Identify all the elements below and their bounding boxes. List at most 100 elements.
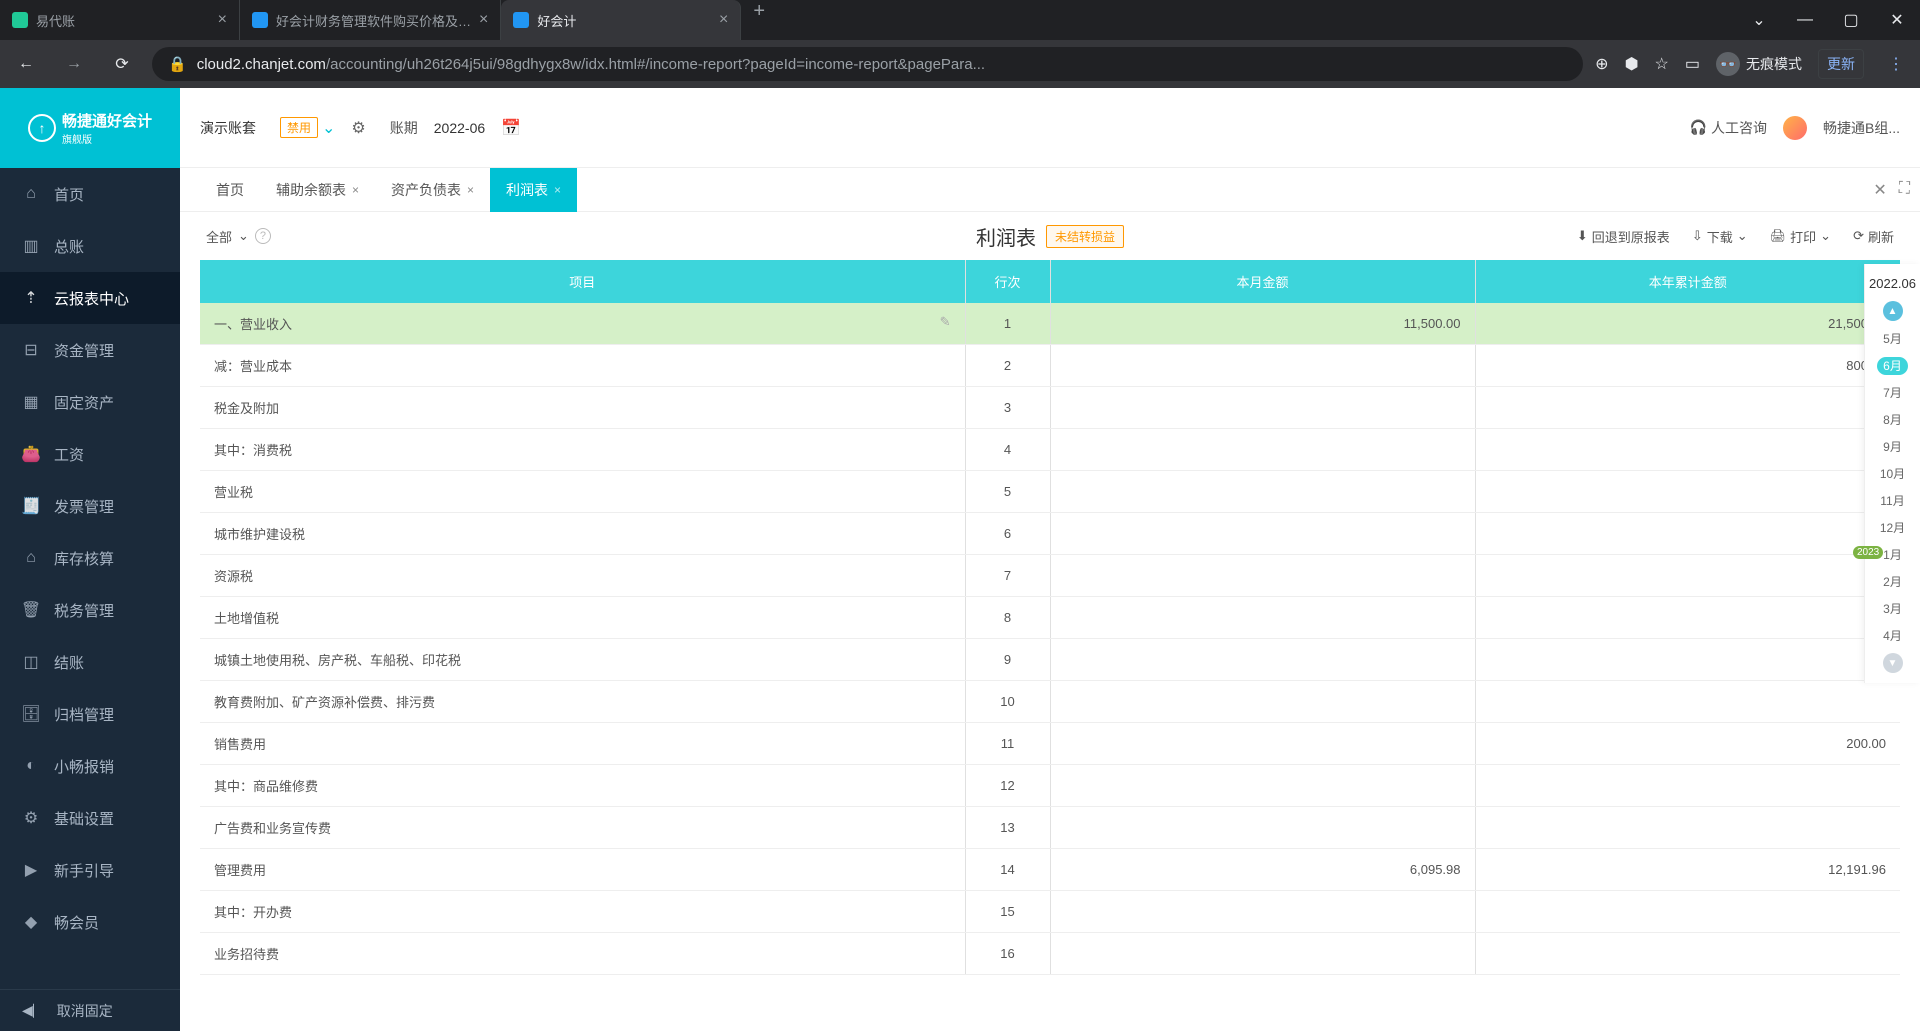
close-icon[interactable]: ×	[467, 183, 474, 197]
filter-dropdown[interactable]: 全部 ⌄ ?	[206, 227, 271, 246]
close-window-button[interactable]: ✕	[1874, 0, 1920, 40]
edit-icon[interactable]: ✎	[940, 314, 951, 330]
update-button[interactable]: 更新	[1818, 49, 1864, 79]
chevron-down-icon[interactable]: ⌄	[322, 118, 335, 138]
table-row[interactable]: 减：营业成本 2 800.00	[200, 345, 1900, 387]
rail-month[interactable]: 1月	[1883, 548, 1902, 562]
gear-icon[interactable]: ⚙	[351, 118, 365, 138]
maximize-button[interactable]: ▢	[1828, 0, 1874, 40]
table-row[interactable]: 其中：消费税 4	[200, 429, 1900, 471]
rollback-button[interactable]: ⬇回退到原报表	[1577, 227, 1670, 246]
menu-icon[interactable]: ⋮	[1880, 54, 1912, 74]
account-name[interactable]: 演示账套	[200, 118, 256, 138]
rail-month[interactable]: 12月	[1877, 514, 1908, 541]
page-tab-0[interactable]: 首页	[200, 168, 260, 212]
period-value[interactable]: 2022-06	[434, 120, 485, 136]
refresh-button[interactable]: ⟳刷新	[1853, 227, 1894, 246]
page-tab-1[interactable]: 辅助余额表×	[260, 168, 375, 212]
table-row[interactable]: 城镇土地使用税、房产税、车船税、印花税 9	[200, 639, 1900, 681]
table-row[interactable]: 销售费用 11 200.00	[200, 723, 1900, 765]
consult-button[interactable]: 🎧 人工咨询	[1690, 118, 1767, 138]
rail-month[interactable]: 10月	[1877, 460, 1908, 487]
table-row[interactable]: 其中：开办费 15	[200, 891, 1900, 933]
rail-month[interactable]: 9月	[1877, 433, 1908, 460]
page-tab-3[interactable]: 利润表×	[490, 168, 577, 212]
sidebar-item-6[interactable]: 🧾发票管理	[0, 480, 180, 532]
rail-down-icon[interactable]: ▼	[1883, 653, 1903, 673]
reload-button[interactable]: ⟳	[104, 46, 140, 82]
cell-item: 教育费附加、矿产资源补偿费、排污费	[200, 681, 965, 723]
close-all-icon[interactable]: ✕	[1873, 180, 1886, 200]
back-button[interactable]: ←	[8, 46, 44, 82]
table-row[interactable]: 资源税 7	[200, 555, 1900, 597]
fullscreen-icon[interactable]: ⛶	[1899, 180, 1910, 200]
rail-month[interactable]: 2月	[1883, 568, 1902, 595]
rail-month[interactable]: 11月	[1877, 487, 1908, 514]
sidebar-item-8[interactable]: 🗑税务管理	[0, 584, 180, 636]
sidebar-item-11[interactable]: ◐小畅报销	[0, 740, 180, 792]
sidebar-item-3[interactable]: ⊟资金管理	[0, 324, 180, 376]
browser-tab-2[interactable]: 好会计 ×	[501, 0, 741, 40]
rail-year-top[interactable]: 2022.06	[1869, 270, 1916, 297]
sidebar-item-10[interactable]: 🗄归档管理	[0, 688, 180, 740]
logo[interactable]: ↑ 畅捷通好会计 旗舰版	[0, 88, 180, 168]
username[interactable]: 畅捷通B组...	[1823, 118, 1900, 138]
tab-dropdown-icon[interactable]: ⌄	[1736, 0, 1782, 40]
url-input[interactable]: 🔒 cloud2.chanjet.com/accounting/uh26t264…	[152, 47, 1583, 81]
sidebar-item-2[interactable]: ⇡云报表中心	[0, 272, 180, 324]
help-icon[interactable]: ?	[255, 228, 271, 244]
reading-list-icon[interactable]: ▭	[1685, 54, 1700, 74]
table-row[interactable]: 营业税 5	[200, 471, 1900, 513]
cell-row: 9	[965, 639, 1050, 681]
table-row[interactable]: 广告费和业务宣传费 13	[200, 807, 1900, 849]
rail-up-icon[interactable]: ▲	[1883, 301, 1903, 321]
sidebar-item-7[interactable]: ⌂库存核算	[0, 532, 180, 584]
extensions-icon[interactable]: ⬢	[1625, 54, 1639, 74]
rail-month[interactable]: 5月	[1877, 325, 1908, 352]
unpin-button[interactable]: ◀⎸ 取消固定	[0, 989, 180, 1031]
table-row[interactable]: 一、营业收入✎ 1 11,500.00 21,500.00	[200, 303, 1900, 345]
print-button[interactable]: 🖨打印⌄	[1770, 227, 1831, 246]
table-row[interactable]: 土地增值税 8	[200, 597, 1900, 639]
rail-month[interactable]: 4月	[1883, 622, 1902, 649]
table-row[interactable]: 业务招待费 16	[200, 933, 1900, 975]
new-tab-button[interactable]: +	[741, 0, 777, 40]
bookmark-icon[interactable]: ☆	[1655, 54, 1669, 74]
sidebar-icon: ◫	[22, 653, 40, 671]
close-icon[interactable]: ×	[218, 11, 227, 29]
calendar-icon[interactable]: 📅	[501, 118, 521, 138]
sidebar-item-1[interactable]: ▥总账	[0, 220, 180, 272]
rail-month[interactable]: 6月	[1877, 352, 1908, 379]
rail-month[interactable]: 3月	[1883, 595, 1902, 622]
table-row[interactable]: 城市维护建设税 6	[200, 513, 1900, 555]
page-tab-2[interactable]: 资产负债表×	[375, 168, 490, 212]
sidebar-item-4[interactable]: ▦固定资产	[0, 376, 180, 428]
rail-month[interactable]: 7月	[1877, 379, 1908, 406]
topbar: 演示账套 禁用 ⌄ ⚙ 账期 2022-06 📅 🎧 人工咨询 畅捷通B组...	[180, 88, 1920, 168]
url-host: cloud2.chanjet.com	[197, 56, 326, 73]
table-row[interactable]: 其中：商品维修费 12	[200, 765, 1900, 807]
download-button[interactable]: ⇩下载⌄	[1692, 227, 1748, 246]
close-icon[interactable]: ×	[554, 183, 561, 197]
avatar[interactable]	[1783, 116, 1807, 140]
close-icon[interactable]: ×	[479, 11, 488, 29]
browser-tab-0[interactable]: 易代账 ×	[0, 0, 240, 40]
close-icon[interactable]: ×	[719, 11, 728, 29]
browser-tab-1[interactable]: 好会计财务管理软件购买价格及… ×	[240, 0, 501, 40]
table-row[interactable]: 税金及附加 3	[200, 387, 1900, 429]
sidebar-item-9[interactable]: ◫结账	[0, 636, 180, 688]
sidebar-item-0[interactable]: ⌂首页	[0, 168, 180, 220]
sidebar-item-12[interactable]: ⚙基础设置	[0, 792, 180, 844]
table-row[interactable]: 管理费用 14 6,095.98 12,191.96	[200, 849, 1900, 891]
forward-button[interactable]: →	[56, 46, 92, 82]
rail-month[interactable]: 8月	[1877, 406, 1908, 433]
sidebar-label: 总账	[54, 236, 84, 257]
sidebar-item-13[interactable]: ▶新手引导	[0, 844, 180, 896]
close-icon[interactable]: ×	[352, 183, 359, 197]
cell-year	[1475, 597, 1900, 639]
minimize-button[interactable]: ―	[1782, 0, 1828, 40]
sidebar-item-14[interactable]: ◆畅会员	[0, 896, 180, 948]
zoom-icon[interactable]: ⊕	[1595, 54, 1608, 74]
sidebar-item-5[interactable]: 👛工资	[0, 428, 180, 480]
table-row[interactable]: 教育费附加、矿产资源补偿费、排污费 10	[200, 681, 1900, 723]
